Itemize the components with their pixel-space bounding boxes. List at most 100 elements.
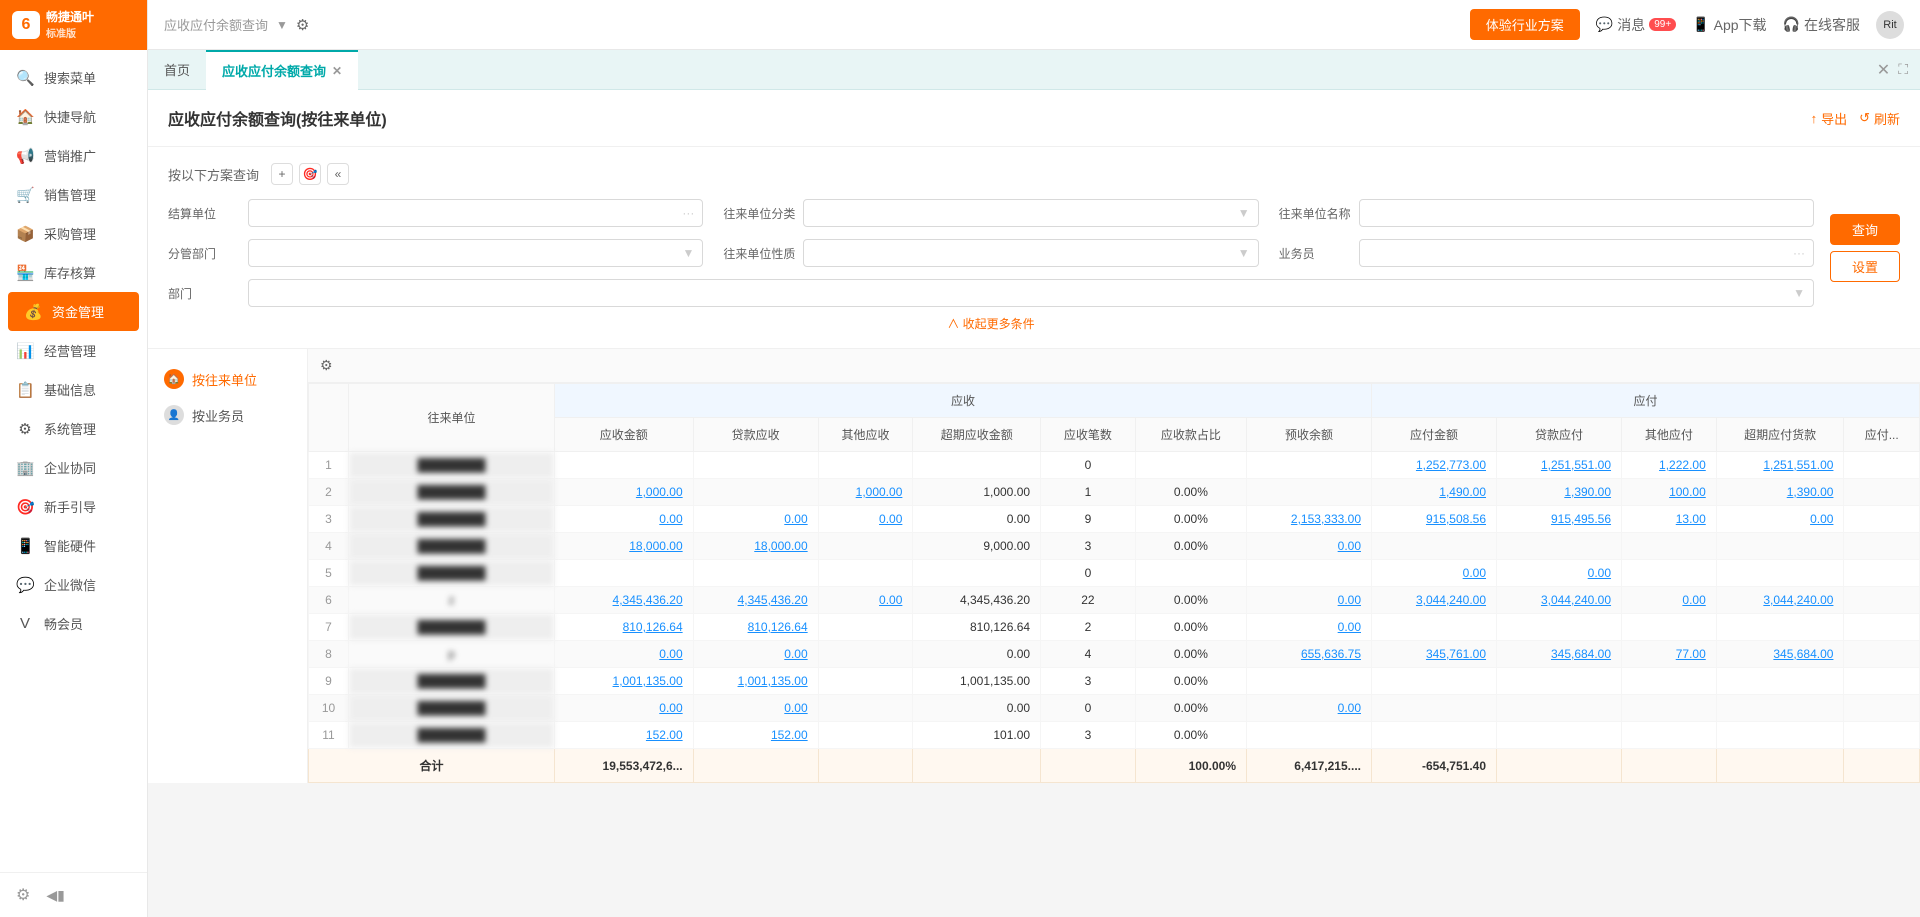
- top-header: 应收应付余额查询 ▼ ⚙ 体验行业方案 💬 消息 99+ 📱 App下载 🎧 在…: [148, 0, 1920, 50]
- table-cell[interactable]: 4,345,436.20: [693, 587, 818, 614]
- header-breadcrumb: 应收应付余额查询: [164, 15, 268, 34]
- filter-settlement-label: 结算单位: [168, 205, 240, 222]
- table-cell[interactable]: 1,000.00: [818, 479, 913, 506]
- sidebar-label-inventory: 库存核算: [44, 263, 96, 282]
- user-avatar[interactable]: Rit: [1876, 11, 1904, 39]
- table-cell: [1844, 452, 1920, 479]
- sidebar-item-finance[interactable]: 💰 资金管理: [8, 292, 139, 331]
- filter-partner-type-input[interactable]: ▼: [803, 199, 1258, 227]
- side-filter-by-salesman[interactable]: 👤 按业务员: [148, 397, 307, 433]
- table-wrap: ⚙ 往来单位 应收 应付 应收金额 贷款应收 其他应收 超期应收金额: [308, 349, 1920, 783]
- table-cell: [1844, 506, 1920, 533]
- filter-dept-input[interactable]: ▼: [248, 279, 1814, 307]
- table-cell: ████████: [349, 614, 555, 641]
- sidebar-settings-icon[interactable]: ⚙: [16, 885, 30, 905]
- tab-expand-icon[interactable]: ⛶: [1898, 61, 1908, 78]
- th-receivable-amount: 应收金额: [554, 418, 693, 452]
- table-row: 3████████0.000.000.000.0090.00%2,153,333…: [309, 506, 1920, 533]
- table-cell: 77.00: [1622, 641, 1717, 668]
- sidebar-item-system[interactable]: ⚙ 系统管理: [0, 409, 147, 448]
- app-download-btn[interactable]: 📱 App下载: [1692, 15, 1766, 35]
- sidebar-item-quick[interactable]: 🏠 快捷导航: [0, 97, 147, 136]
- filter-salesman-input[interactable]: ···: [1359, 239, 1814, 267]
- tab-home[interactable]: 首页: [148, 50, 206, 90]
- notification-btn[interactable]: 💬 消息 99+: [1596, 15, 1676, 35]
- filter-collapse-toggle[interactable]: ∧ 收起更多条件: [168, 315, 1814, 332]
- table-cell[interactable]: 1,000.00: [554, 479, 693, 506]
- filter-collapse-btn[interactable]: «: [327, 163, 349, 185]
- sidebar-item-search[interactable]: 🔍 搜索菜单: [0, 58, 147, 97]
- online-service-label: 在线客服: [1804, 15, 1860, 35]
- filter-dept-manage-input[interactable]: ▼: [248, 239, 703, 267]
- sidebar-item-purchase[interactable]: 📦 采购管理: [0, 214, 147, 253]
- filter-target-btn[interactable]: 🎯: [299, 163, 321, 185]
- table-cell: [1246, 560, 1371, 587]
- table-cell: ████████: [349, 479, 555, 506]
- th-overdue-payable: 超期应付货款: [1716, 418, 1844, 452]
- sidebar-item-basic[interactable]: 📋 基础信息: [0, 370, 147, 409]
- table-cell: 3: [309, 506, 349, 533]
- table-cell[interactable]: 0.00: [693, 641, 818, 668]
- table-cell: [1844, 479, 1920, 506]
- table-cell[interactable]: 1,001,135.00: [693, 668, 818, 695]
- table-cell: 0: [1041, 452, 1136, 479]
- table-cell[interactable]: 18,000.00: [693, 533, 818, 560]
- by-partner-icon: 🏠: [164, 369, 184, 389]
- sidebar-item-sales[interactable]: 🛒 销售管理: [0, 175, 147, 214]
- filter-settlement-input[interactable]: ···: [248, 199, 703, 227]
- side-filter-by-partner[interactable]: 🏠 按往来单位: [148, 361, 307, 397]
- table-cell[interactable]: 0.00: [818, 587, 913, 614]
- refresh-btn[interactable]: ↺ 刷新: [1859, 109, 1900, 128]
- table-cell[interactable]: 4,345,436.20: [554, 587, 693, 614]
- header-actions: 体验行业方案 💬 消息 99+ 📱 App下载 🎧 在线客服 Rit: [1470, 9, 1904, 40]
- sidebar-item-corp[interactable]: 🏢 企业协同: [0, 448, 147, 487]
- set-btn[interactable]: 设置: [1830, 251, 1900, 282]
- header-dropdown-icon[interactable]: ▼: [276, 18, 288, 32]
- table-settings-icon[interactable]: ⚙: [320, 357, 333, 374]
- online-service-btn[interactable]: 🎧 在线客服: [1783, 15, 1860, 35]
- sidebar-item-inventory[interactable]: 🏪 库存核算: [0, 253, 147, 292]
- settlement-dots-icon: ···: [682, 206, 694, 220]
- table-cell: 9,000.00: [913, 533, 1041, 560]
- table-cell[interactable]: 18,000.00: [554, 533, 693, 560]
- table-cell: [1844, 560, 1920, 587]
- footer-prepaid-balance[interactable]: 6,417,215....: [1246, 749, 1371, 783]
- filter-partner-name-input[interactable]: [1359, 199, 1814, 227]
- footer-receivable-amount[interactable]: 19,553,472,6...: [554, 749, 693, 783]
- sidebar-item-guide[interactable]: 🎯 新手引导: [0, 487, 147, 526]
- sidebar-item-marketing[interactable]: 📢 营销推广: [0, 136, 147, 175]
- filter-header: 按以下方案查询 + 🎯 «: [168, 163, 1814, 185]
- tab-balance[interactable]: 应收应付余额查询 ✕: [206, 50, 358, 90]
- sidebar-item-hardware[interactable]: 📱 智能硬件: [0, 526, 147, 565]
- table-cell[interactable]: 152.00: [554, 722, 693, 749]
- table-cell[interactable]: 0.00: [554, 641, 693, 668]
- query-btn[interactable]: 查询: [1830, 214, 1900, 245]
- footer-overdue-receivable: [913, 749, 1041, 783]
- table-cell[interactable]: 0.00: [554, 695, 693, 722]
- sidebar: 6 畅捷通叶 标准版 🔍 搜索菜单 🏠 快捷导航 📢 营销推广 🛒 销售管理 📦…: [0, 0, 148, 917]
- table-cell: z: [349, 587, 555, 614]
- table-cell[interactable]: 0.00: [693, 695, 818, 722]
- table-cell[interactable]: 810,126.64: [693, 614, 818, 641]
- sidebar-item-wechat[interactable]: 💬 企业微信: [0, 565, 147, 604]
- table-cell[interactable]: 0.00: [554, 506, 693, 533]
- table-cell[interactable]: 1,001,135.00: [554, 668, 693, 695]
- table-cell[interactable]: 0.00: [693, 506, 818, 533]
- table-cell[interactable]: 0.00: [818, 506, 913, 533]
- trial-btn[interactable]: 体验行业方案: [1470, 9, 1580, 40]
- table-cell[interactable]: 152.00: [693, 722, 818, 749]
- th-payable-amount: 应付金额: [1372, 418, 1497, 452]
- table-cell: [1497, 722, 1622, 749]
- sidebar-item-operations[interactable]: 📊 经营管理: [0, 331, 147, 370]
- table-cell: 4: [309, 533, 349, 560]
- sidebar-collapse-icon[interactable]: ◀▮: [46, 887, 64, 904]
- filter-add-btn[interactable]: +: [271, 163, 293, 185]
- sidebar-item-member[interactable]: V 畅会员: [0, 604, 147, 643]
- filter-partner-nature-input[interactable]: ▼: [803, 239, 1258, 267]
- export-btn[interactable]: ↑ 导出: [1811, 109, 1848, 128]
- tab-close-icon[interactable]: ✕: [332, 64, 342, 78]
- table-cell[interactable]: 810,126.64: [554, 614, 693, 641]
- tab-close-all-icon[interactable]: ✕: [1877, 60, 1890, 80]
- footer-label: 合计: [309, 749, 555, 783]
- header-settings-icon[interactable]: ⚙: [296, 16, 309, 34]
